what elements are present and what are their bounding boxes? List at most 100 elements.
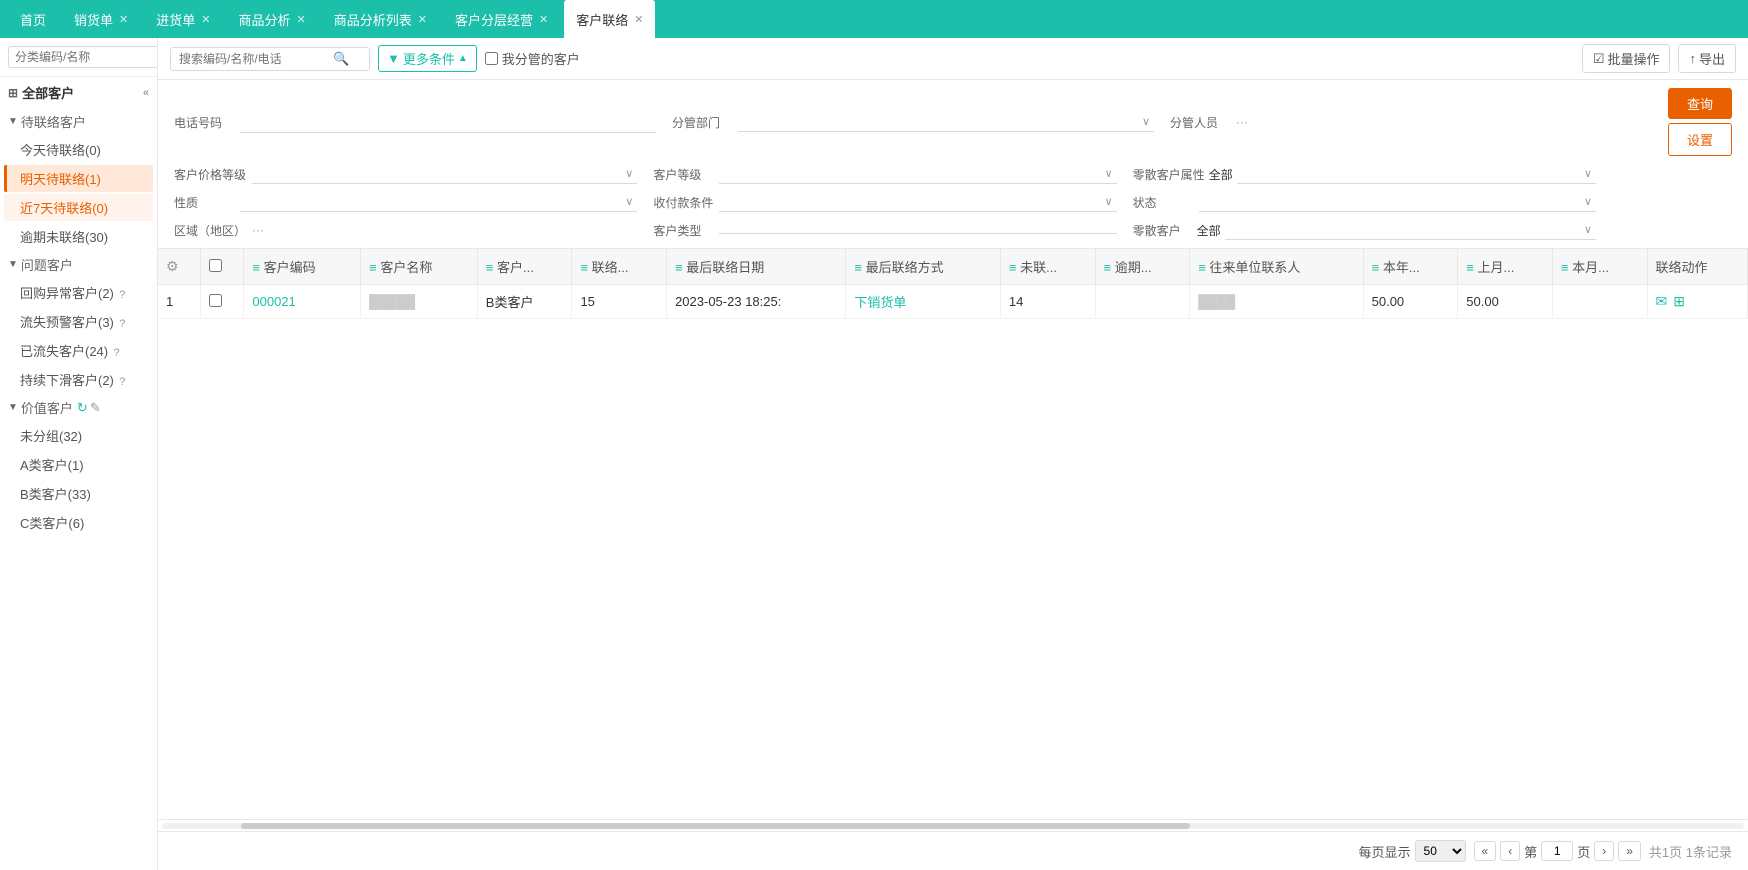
nature-arrow: ∨	[625, 195, 633, 208]
field-dept: 分管部门 ∨	[672, 112, 1154, 132]
per-page-select[interactable]: 50 20 100	[1415, 840, 1466, 862]
filter-bar: 🔍 ▼ 更多条件 ▲ 我分管的客户 ☑ 批量操作 ↑ 导出	[158, 38, 1748, 80]
field-retail-customer: 零散客户 全部 ∨	[1133, 220, 1596, 240]
row-checkbox[interactable]	[200, 285, 244, 319]
sidebar-item-class-b[interactable]: B类客户(33)	[4, 480, 153, 507]
nav-goods-analysis-list-close[interactable]: ✕	[418, 13, 427, 26]
prev-page-button[interactable]: ‹	[1500, 841, 1520, 861]
nav-purchase[interactable]: 进货单 ✕	[144, 0, 222, 38]
payment-arrow: ∨	[1105, 195, 1113, 208]
customer-level-select[interactable]: ∨	[719, 164, 1116, 184]
row-contact-person: ████	[1190, 285, 1363, 319]
sidebar-item-tomorrow-contact[interactable]: 明天待联络(1)	[4, 165, 153, 192]
price-level-select[interactable]: ∨	[252, 164, 637, 184]
nav-sales[interactable]: 销货单 ✕	[62, 0, 140, 38]
contact-action-icon[interactable]: ✉	[1656, 293, 1668, 310]
filter-more-conditions[interactable]: ▼ 更多条件 ▲	[378, 45, 477, 72]
settings-button[interactable]: 设置	[1668, 123, 1732, 156]
customer-code-link[interactable]: 000021	[252, 294, 295, 309]
export-button[interactable]: ↑ 导出	[1678, 44, 1736, 73]
export-icon: ↑	[1689, 51, 1696, 66]
horizontal-scrollbar[interactable]	[158, 819, 1748, 831]
col-code: ≡ 客户编码	[244, 249, 361, 285]
nav-goods-analysis-close[interactable]: ✕	[297, 13, 306, 26]
phone-input[interactable]	[240, 112, 656, 133]
refresh-icon[interactable]: ↻	[77, 400, 88, 416]
nav-customer-contact-close[interactable]: ✕	[634, 13, 643, 26]
sidebar-group-problem[interactable]: ▼ 问题客户	[0, 251, 157, 278]
adv-filter-row-4: 区域（地区） ··· 客户类型 零散客户 全部 ∨	[174, 220, 1732, 240]
dept-select[interactable]: ∨	[738, 112, 1154, 132]
row-select-checkbox[interactable]	[209, 294, 222, 307]
retail-customer-label: 零散客户	[1133, 222, 1193, 239]
edit-icon[interactable]: ✎	[90, 400, 101, 416]
sidebar-all-customers[interactable]: ⊞ 全部客户 «	[0, 77, 157, 108]
phone-label: 电话号码	[174, 114, 234, 131]
next-page-button[interactable]: ›	[1594, 841, 1614, 861]
region-dots[interactable]: ···	[252, 223, 264, 237]
scrollbar-thumb[interactable]	[241, 823, 1190, 829]
first-page-button[interactable]: «	[1474, 841, 1497, 861]
customer-name-link[interactable]: █████	[369, 294, 415, 309]
payment-select[interactable]: ∨	[719, 192, 1116, 212]
status-select[interactable]: ∨	[1199, 192, 1596, 212]
sidebar-item-continuous-decline[interactable]: 持续下滑客户(2) ?	[4, 366, 153, 393]
col-settings[interactable]: ⚙	[158, 249, 200, 285]
col-this-year: ≡ 本年...	[1363, 249, 1458, 285]
sidebar: 🔍 ⊞ 全部客户 « ▼ 待联络客户 今天待联络(0) 明天待联络(1) 近7天…	[0, 38, 158, 870]
sidebar-item-repurchase[interactable]: 回购异常客户(2) ?	[4, 279, 153, 306]
filter-my-customers: 我分管的客户	[485, 49, 580, 68]
person-dots[interactable]: ···	[1236, 115, 1248, 129]
nav-goods-analysis[interactable]: 商品分析 ✕	[226, 0, 317, 38]
nav-purchase-close[interactable]: ✕	[201, 13, 210, 26]
retail-attr-select[interactable]: ∨	[1237, 164, 1596, 184]
sidebar-item-overdue-contact[interactable]: 逾期未联络(30)	[4, 223, 153, 250]
col-action: 联络动作	[1647, 249, 1747, 285]
sidebar-group-pending[interactable]: ▼ 待联络客户	[0, 108, 157, 135]
row-no-contact: 14	[1000, 285, 1095, 319]
retail-customer-value: 全部	[1197, 222, 1221, 239]
table-row: 1 000021 █████ B类客户 15 2023-05-23 18:25:…	[158, 285, 1748, 319]
sidebar-item-lost-potential[interactable]: 流失预警客户(3) ?	[4, 308, 153, 335]
nav-customer-tier-close[interactable]: ✕	[539, 13, 548, 26]
dept-label: 分管部门	[672, 114, 732, 131]
batch-ops-button[interactable]: ☑ 批量操作	[1582, 44, 1671, 73]
table-header-row: ⚙ ≡ 客户编码 ≡ 客户名称 ≡ 客户... ≡ 联络... ≡ 最后联络日期…	[158, 249, 1748, 285]
settings-gear-icon[interactable]: ⚙	[166, 258, 179, 274]
help-icon-3: ?	[113, 347, 119, 359]
sidebar-group-value[interactable]: ▼ 价值客户 ↻ ✎	[0, 394, 157, 421]
field-payment: 收付款条件 ∨	[653, 192, 1116, 212]
last-method-link[interactable]: 下销货单	[854, 295, 906, 310]
page-number-input[interactable]	[1541, 841, 1573, 861]
filter-search-icon[interactable]: 🔍	[333, 51, 349, 67]
more-action-icon[interactable]: ⊞	[1673, 293, 1685, 310]
query-button[interactable]: 查询	[1668, 88, 1732, 119]
pagination-total: 共1页 1条记录	[1649, 842, 1732, 861]
retail-attr-arrow: ∨	[1584, 167, 1592, 180]
nav-home[interactable]: 首页	[8, 0, 58, 38]
nature-label: 性质	[174, 194, 234, 211]
sidebar-item-class-c[interactable]: C类客户(6)	[4, 509, 153, 536]
nature-select[interactable]: ∨	[240, 192, 637, 212]
retail-customer-select[interactable]: ∨	[1225, 220, 1596, 240]
my-customers-checkbox[interactable]	[485, 52, 498, 65]
customer-type-select[interactable]	[719, 227, 1116, 234]
filter-search-input[interactable]	[179, 52, 329, 66]
main-layout: 🔍 ⊞ 全部客户 « ▼ 待联络客户 今天待联络(0) 明天待联络(1) 近7天…	[0, 38, 1748, 870]
select-all-checkbox[interactable]	[209, 259, 222, 272]
sidebar-item-ungrouped[interactable]: 未分组(32)	[4, 422, 153, 449]
nav-sales-close[interactable]: ✕	[119, 13, 128, 26]
grid-icon: ⊞	[8, 86, 18, 100]
collapse-icon: «	[143, 87, 149, 99]
sidebar-item-class-a[interactable]: A类客户(1)	[4, 451, 153, 478]
sidebar-item-today-contact[interactable]: 今天待联络(0)	[4, 136, 153, 163]
nav-goods-analysis-list[interactable]: 商品分析列表 ✕	[322, 0, 439, 38]
nav-customer-tier[interactable]: 客户分层经营 ✕	[443, 0, 560, 38]
sidebar-search-input[interactable]	[8, 46, 158, 68]
nav-customer-contact[interactable]: 客户联络 ✕	[564, 0, 655, 38]
last-page-button[interactable]: »	[1618, 841, 1641, 861]
sidebar-item-already-lost[interactable]: 已流失客户(24) ?	[4, 337, 153, 364]
sidebar-item-week-contact[interactable]: 近7天待联络(0)	[4, 194, 153, 221]
pagination-nav: « ‹ 第 页 › »	[1474, 841, 1641, 861]
col-last-date: ≡ 最后联络日期	[667, 249, 846, 285]
